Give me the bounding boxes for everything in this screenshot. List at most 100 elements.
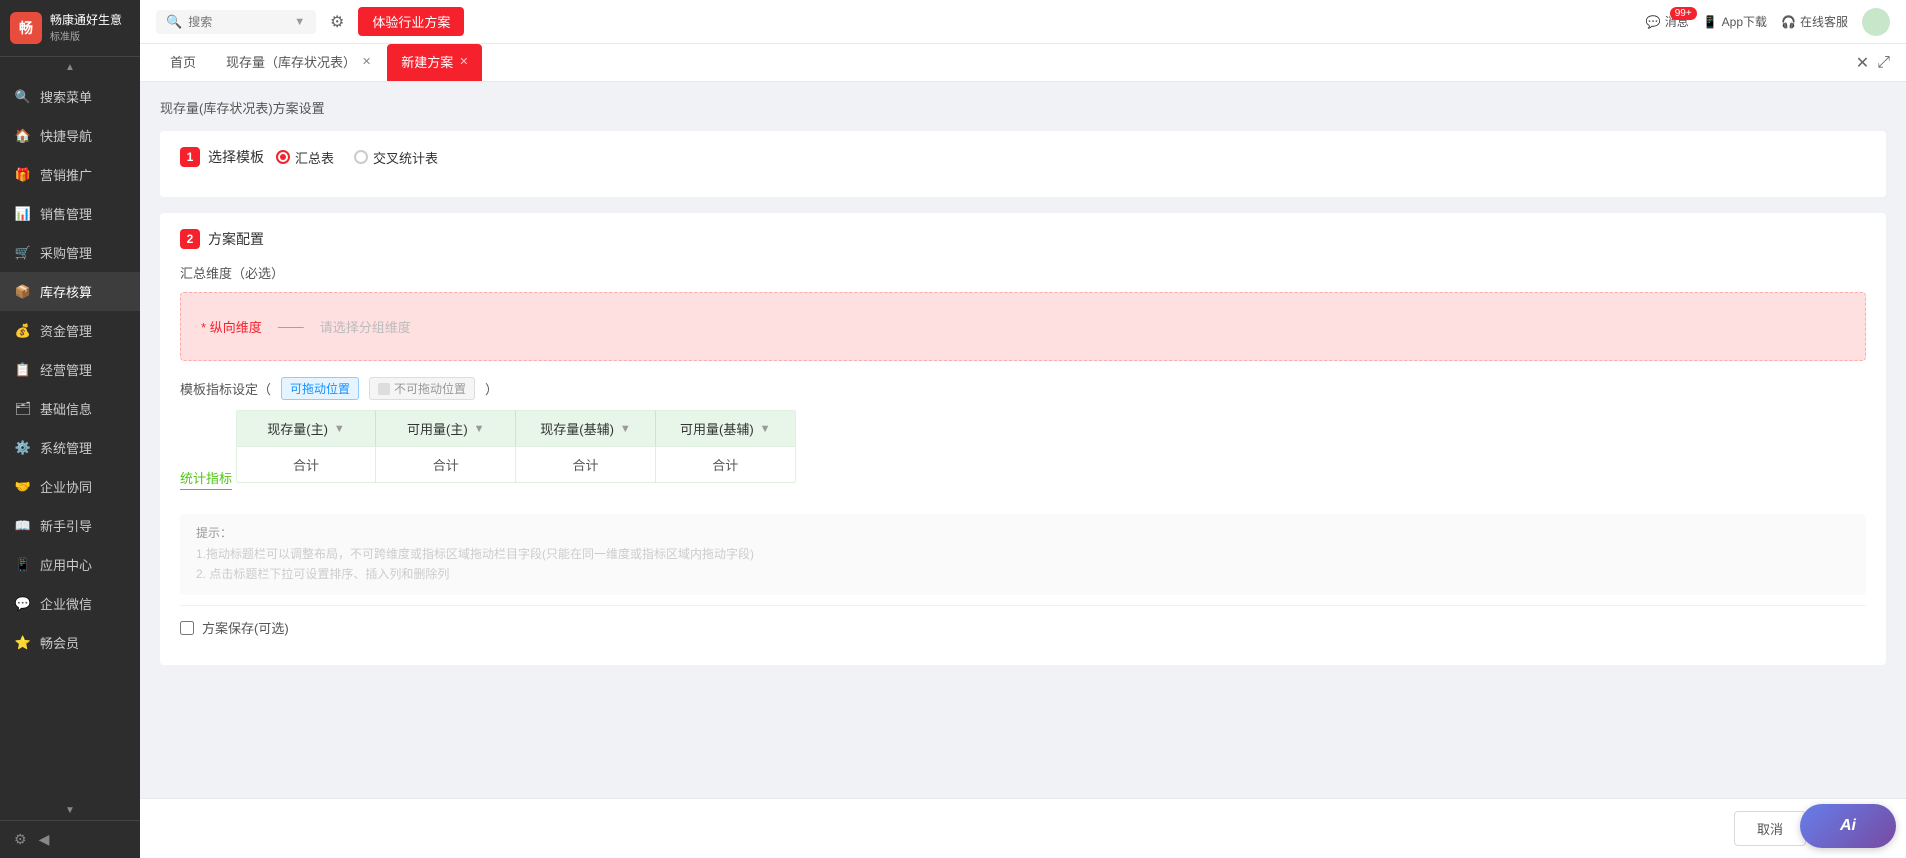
tips-section: 提示： 1.拖动标题栏可以调整布局，不可跨维度或指标区域拖动栏目字段(只能在同一… bbox=[180, 514, 1866, 595]
ai-fab-label: Ai bbox=[1840, 817, 1856, 835]
ai-fab-button[interactable]: Ai bbox=[1800, 804, 1896, 848]
trial-button[interactable]: 体验行业方案 bbox=[358, 7, 464, 36]
tab-expand-icon[interactable]: ⤢ bbox=[1877, 54, 1890, 72]
sidebar: 畅 畅康通好生意 标准版 ▲ 🔍 搜索菜单 🏠 快捷导航 🎁 营销推广 📊 销售… bbox=[0, 0, 140, 858]
radio-cross-label: 交叉统计表 bbox=[373, 148, 438, 167]
sidebar-footer: ⚙ ◀ bbox=[0, 820, 140, 858]
tips-title: 提示： bbox=[196, 524, 1850, 541]
col-dropdown-3[interactable]: ▼ bbox=[620, 423, 631, 435]
settings-footer-icon[interactable]: ⚙ bbox=[14, 831, 27, 848]
sidebar-item-newbie[interactable]: 📖 新手引导 bbox=[0, 506, 140, 545]
sidebar-item-basic[interactable]: 🗂 基础信息 bbox=[0, 389, 140, 428]
logo-icon: 畅 bbox=[10, 12, 42, 44]
step1-badge: 1 bbox=[180, 147, 200, 167]
indicator-table: 现存量(主) ▼ 可用量(主) ▼ 现存量(基辅) ▼ bbox=[236, 410, 796, 483]
sidebar-item-operation[interactable]: 📋 经营管理 bbox=[0, 350, 140, 389]
topbar-gear-icon[interactable]: ⚙ bbox=[330, 12, 344, 32]
non-draggable-tag: 不可拖动位置 bbox=[369, 377, 475, 400]
draggable-tag: 可拖动位置 bbox=[281, 377, 359, 400]
step1-card: 1 选择模板 汇总表 交叉统计表 bbox=[160, 131, 1886, 197]
sidebar-item-label: 搜索菜单 bbox=[40, 87, 92, 106]
sidebar-logo: 畅 畅康通好生意 标准版 bbox=[0, 0, 140, 57]
cancel-button[interactable]: 取消 bbox=[1734, 811, 1806, 846]
sidebar-item-system[interactable]: ⚙️ 系统管理 bbox=[0, 428, 140, 467]
sidebar-item-label: 企业协同 bbox=[40, 477, 92, 496]
sidebar-scroll-up[interactable]: ▲ bbox=[0, 57, 140, 77]
online-service-label: 在线客服 bbox=[1800, 13, 1848, 30]
content-area: 现存量(库存状况表)方案设置 1 选择模板 汇总表 交叉统计表 bbox=[140, 82, 1906, 798]
search-input[interactable] bbox=[188, 15, 288, 29]
tab-inventory-status[interactable]: 现存量（库存状况表） ✕ bbox=[212, 44, 385, 81]
sidebar-item-purchase[interactable]: 🛒 采购管理 bbox=[0, 233, 140, 272]
folder-icon: 🗂 bbox=[14, 400, 32, 418]
sidebar-scroll-down[interactable]: ▼ bbox=[0, 800, 140, 820]
save-label: 方案保存(可选) bbox=[202, 618, 289, 637]
box-icon: 📦 bbox=[14, 283, 32, 301]
online-service-button[interactable]: 🎧 在线客服 bbox=[1781, 13, 1848, 30]
step1-header: 1 选择模板 汇总表 交叉统计表 bbox=[180, 147, 1866, 167]
dimension-box[interactable]: * 纵向维度 —— 请选择分组维度 bbox=[180, 292, 1866, 361]
dropdown-arrow-icon: ▼ bbox=[294, 16, 305, 28]
cart-icon: 🛒 bbox=[14, 244, 32, 262]
col-header-2[interactable]: 可用量(主) ▼ bbox=[376, 411, 516, 446]
sidebar-item-label: 销售管理 bbox=[40, 204, 92, 223]
tab-new-plan[interactable]: 新建方案 ✕ bbox=[387, 44, 482, 81]
gear-icon: ⚙️ bbox=[14, 439, 32, 457]
message-badge: 99+ bbox=[1670, 7, 1697, 20]
indicator-settings: 模板指标设定（ 可拖动位置 不可拖动位置 ） 统计指标 现存量(主) bbox=[180, 377, 1866, 595]
headset-icon: 🎧 bbox=[1781, 15, 1796, 29]
app-download-button[interactable]: 📱 App下载 bbox=[1703, 13, 1767, 30]
sidebar-item-label: 资金管理 bbox=[40, 321, 92, 340]
tip-item-2: 2. 点击标题栏下拉可设置排序、插入列和删除列 bbox=[196, 565, 1850, 582]
col-header-3[interactable]: 现存量(基辅) ▼ bbox=[516, 411, 656, 446]
tip-item-1: 1.拖动标题栏可以调整布局，不可跨维度或指标区域拖动栏目字段(只能在同一维度或指… bbox=[196, 545, 1850, 562]
col-header-1[interactable]: 现存量(主) ▼ bbox=[237, 411, 377, 446]
dimension-section: 汇总维度（必选） * 纵向维度 —— 请选择分组维度 bbox=[180, 263, 1866, 361]
tab-home[interactable]: 首页 bbox=[156, 44, 210, 81]
col-dropdown-4[interactable]: ▼ bbox=[760, 423, 771, 435]
indicator-table-row: 合计 合计 合计 合计 bbox=[237, 446, 795, 482]
radio-cross[interactable]: 交叉统计表 bbox=[354, 148, 438, 167]
sidebar-item-agreement[interactable]: 🤝 企业协同 bbox=[0, 467, 140, 506]
app-name: 畅康通好生意 bbox=[50, 13, 122, 29]
indicator-table-header: 现存量(主) ▼ 可用量(主) ▼ 现存量(基辅) ▼ bbox=[237, 411, 795, 446]
dimension-label: 汇总维度（必选） bbox=[180, 263, 1866, 282]
sidebar-item-wechat[interactable]: 💬 企业微信 bbox=[0, 584, 140, 623]
tab-close-all-icon[interactable]: ✕ bbox=[1856, 53, 1869, 73]
sidebar-item-appstore[interactable]: 📱 应用中心 bbox=[0, 545, 140, 584]
sidebar-item-member[interactable]: ⭐ 畅会员 bbox=[0, 623, 140, 662]
sidebar-item-label: 营销推广 bbox=[40, 165, 92, 184]
sidebar-item-label: 系统管理 bbox=[40, 438, 92, 457]
volume-footer-icon[interactable]: ◀ bbox=[39, 831, 50, 848]
save-option: 方案保存(可选) bbox=[180, 605, 1866, 649]
radio-summary[interactable]: 汇总表 bbox=[276, 148, 334, 167]
indicator-settings-label: 模板指标设定（ 可拖动位置 不可拖动位置 ） bbox=[180, 377, 1866, 400]
tab-new-plan-close-icon[interactable]: ✕ bbox=[459, 55, 468, 68]
sidebar-item-inventory[interactable]: 📦 库存核算 bbox=[0, 272, 140, 311]
col-body-3: 合计 bbox=[516, 447, 656, 482]
topbar: 🔍 ▼ ⚙ 体验行业方案 💬 消息 99+ 📱 App下载 🎧 在线客服 bbox=[140, 0, 1906, 44]
col-header-label-3: 现存量(基辅) bbox=[540, 419, 614, 438]
col-header-label-2: 可用量(主) bbox=[407, 419, 468, 438]
col-header-label-1: 现存量(主) bbox=[267, 419, 328, 438]
dimension-placeholder: 请选择分组维度 bbox=[320, 317, 411, 336]
sidebar-item-sales[interactable]: 📊 销售管理 bbox=[0, 194, 140, 233]
chat-icon: 💬 bbox=[14, 595, 32, 613]
col-dropdown-2[interactable]: ▼ bbox=[474, 423, 485, 435]
sidebar-item-label: 新手引导 bbox=[40, 516, 92, 535]
save-checkbox[interactable] bbox=[180, 621, 194, 635]
radio-dot-cross bbox=[354, 150, 368, 164]
messages-button[interactable]: 💬 消息 99+ bbox=[1646, 13, 1689, 30]
main-area: 🔍 ▼ ⚙ 体验行业方案 💬 消息 99+ 📱 App下载 🎧 在线客服 bbox=[140, 0, 1906, 858]
topbar-search-box[interactable]: 🔍 ▼ bbox=[156, 10, 316, 34]
sidebar-item-marketing[interactable]: 🎁 营销推广 bbox=[0, 155, 140, 194]
tab-inventory-close-icon[interactable]: ✕ bbox=[362, 55, 371, 68]
sidebar-item-search[interactable]: 🔍 搜索菜单 bbox=[0, 77, 140, 116]
sidebar-item-finance[interactable]: 💰 资金管理 bbox=[0, 311, 140, 350]
col-header-label-4: 可用量(基辅) bbox=[680, 419, 754, 438]
tab-new-plan-label: 新建方案 bbox=[401, 52, 453, 71]
col-header-4[interactable]: 可用量(基辅) ▼ bbox=[656, 411, 795, 446]
col-dropdown-1[interactable]: ▼ bbox=[334, 423, 345, 435]
user-avatar-button[interactable] bbox=[1862, 8, 1890, 36]
sidebar-item-shortcut[interactable]: 🏠 快捷导航 bbox=[0, 116, 140, 155]
